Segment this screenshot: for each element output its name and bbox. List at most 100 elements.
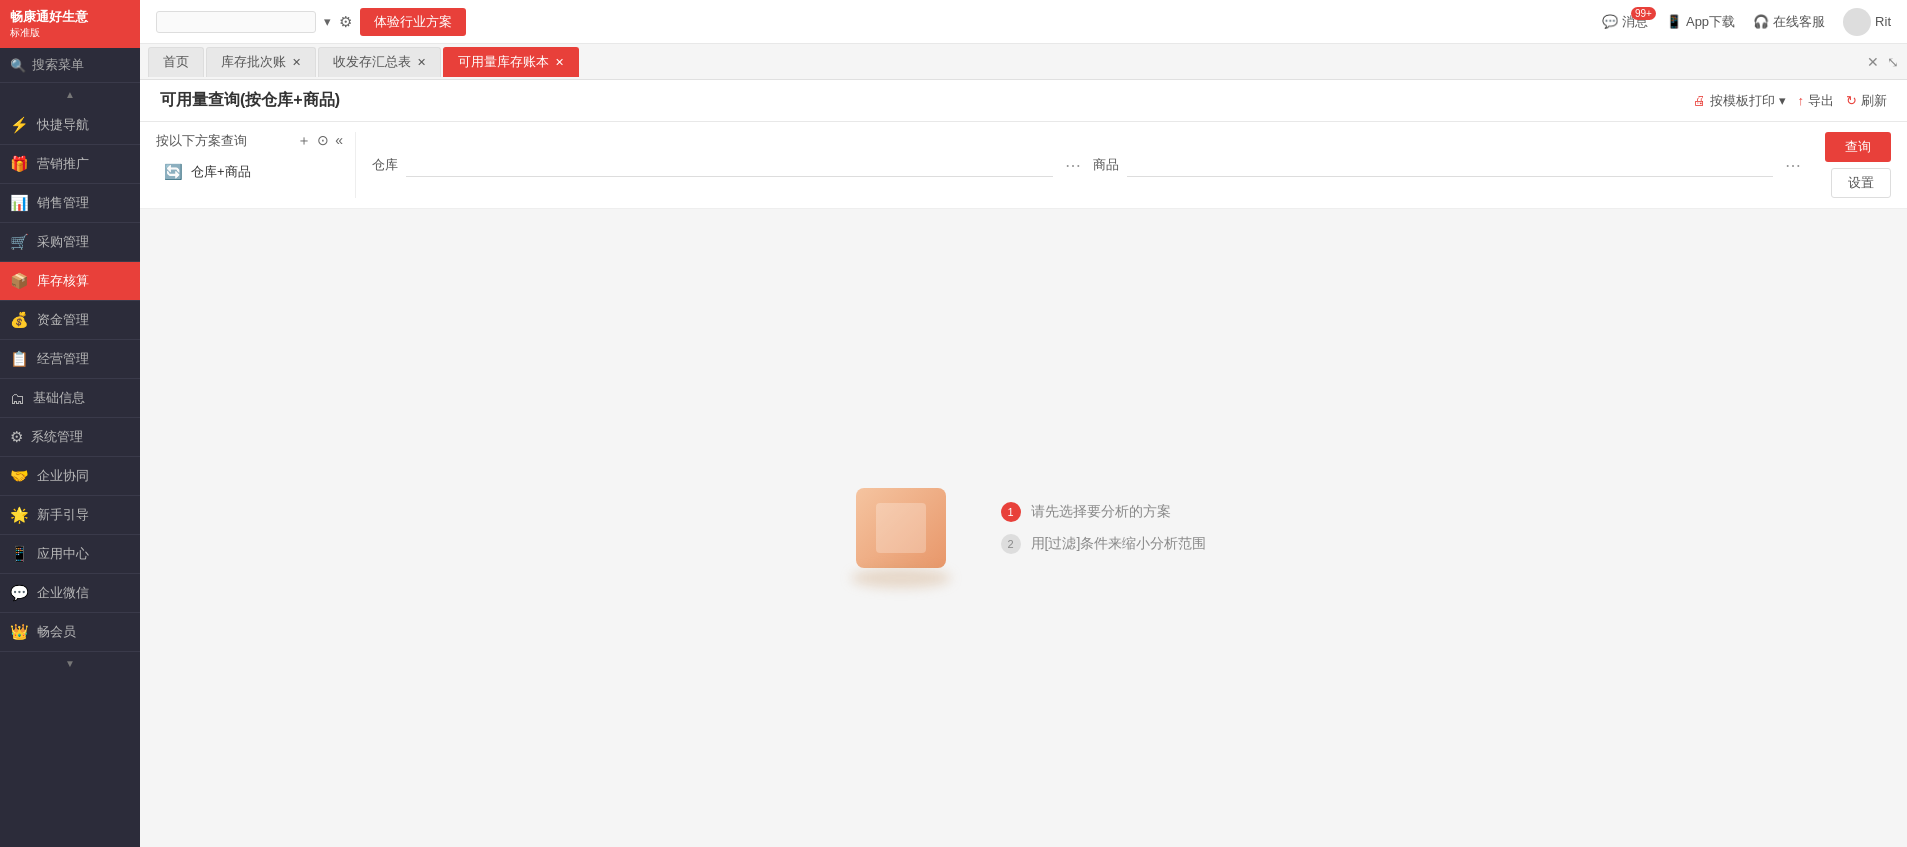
member-icon: 👑 (10, 623, 29, 641)
settings-scheme-icon[interactable]: ⊙ (317, 132, 329, 150)
print-button[interactable]: 🖨 按模板打印 ▾ (1693, 92, 1786, 110)
page-header-actions: 🖨 按模板打印 ▾ ↑ 导出 ↻ 刷新 (1693, 92, 1888, 110)
sidebar-label-basic-info: 基础信息 (33, 389, 85, 407)
avatar-image (1843, 8, 1871, 36)
message-badge: 99+ (1631, 7, 1656, 20)
collapse-scheme-icon[interactable]: « (335, 132, 343, 150)
app-name: 畅康通好生意 (10, 8, 130, 26)
tab-available-inventory[interactable]: 可用量库存账本 ✕ (443, 47, 579, 77)
empty-icon (841, 468, 961, 588)
sidebar-scroll-down[interactable]: ▼ (0, 652, 140, 675)
filter-button-group: 查询 设置 (1813, 132, 1891, 198)
page-title: 可用量查询(按仓库+商品) (160, 90, 340, 111)
online-service-label: 在线客服 (1773, 13, 1825, 31)
search-icon: 🔍 (10, 58, 26, 73)
tab-batch-account-close[interactable]: ✕ (292, 56, 301, 69)
empty-tip-1: 1 请先选择要分析的方案 (1001, 502, 1207, 522)
topbar: ▾ ⚙ 体验行业方案 💬 99+ 消息 📱 App下载 🎧 在线客服 Rit (140, 0, 1907, 44)
sidebar-item-finance[interactable]: 💰 资金管理 (0, 301, 140, 340)
sidebar-item-operations[interactable]: 📋 经营管理 (0, 340, 140, 379)
refresh-button[interactable]: ↻ 刷新 (1846, 92, 1887, 110)
empty-box-graphic (856, 488, 946, 568)
tab-batch-account-label: 库存批次账 (221, 53, 286, 71)
window-expand-btn[interactable]: ⤡ (1887, 54, 1899, 70)
basic-info-icon: 🗂 (10, 390, 25, 407)
sidebar: 畅康通好生意 标准版 🔍 搜索菜单 ▲ ⚡ 快捷导航 🎁 营销推广 📊 销售管理… (0, 0, 140, 847)
add-scheme-icon[interactable]: ＋ (297, 132, 311, 150)
topbar-dropdown-arrow[interactable]: ▾ (324, 14, 331, 29)
product-more-icon[interactable]: ⋯ (1785, 156, 1801, 175)
message-icon-container[interactable]: 💬 99+ 消息 (1602, 13, 1648, 31)
sidebar-item-guide[interactable]: 🌟 新手引导 (0, 496, 140, 535)
setting-button[interactable]: 设置 (1831, 168, 1891, 198)
warehouse-field-input[interactable] (406, 153, 1053, 177)
tip-text-2: 用[过滤]条件来缩小分析范围 (1031, 535, 1207, 553)
sidebar-item-enterprise[interactable]: 🤝 企业协同 (0, 457, 140, 496)
sidebar-label-sales: 销售管理 (37, 194, 89, 212)
sidebar-item-marketing[interactable]: 🎁 营销推广 (0, 145, 140, 184)
tab-home[interactable]: 首页 (148, 47, 204, 77)
topbar-search-input[interactable] (156, 11, 316, 33)
industry-solution-button[interactable]: 体验行业方案 (360, 8, 466, 36)
sidebar-item-quick-nav[interactable]: ⚡ 快捷导航 (0, 106, 140, 145)
sidebar-item-member[interactable]: 👑 畅会员 (0, 613, 140, 652)
product-field-input[interactable] (1127, 153, 1774, 177)
sidebar-item-system[interactable]: ⚙ 系统管理 (0, 418, 140, 457)
tab-receive-summary[interactable]: 收发存汇总表 ✕ (318, 47, 441, 77)
scheme-warehouse-product[interactable]: 🔄 仓库+商品 (156, 158, 343, 186)
tab-batch-account[interactable]: 库存批次账 ✕ (206, 47, 316, 77)
sidebar-item-purchase[interactable]: 🛒 采购管理 (0, 223, 140, 262)
tabs-window-controls: ✕ ⤡ (1867, 54, 1899, 70)
wechat-icon: 💬 (10, 584, 29, 602)
sidebar-label-finance: 资金管理 (37, 311, 89, 329)
filter-area: 按以下方案查询 ＋ ⊙ « 🔄 仓库+商品 仓库 (140, 122, 1907, 209)
filter-scheme-header: 按以下方案查询 ＋ ⊙ « (156, 132, 343, 150)
sidebar-item-wechat[interactable]: 💬 企业微信 (0, 574, 140, 613)
tab-receive-summary-label: 收发存汇总表 (333, 53, 411, 71)
print-dropdown-arrow[interactable]: ▾ (1779, 93, 1786, 108)
marketing-icon: 🎁 (10, 155, 29, 173)
online-service-link[interactable]: 🎧 在线客服 (1753, 13, 1825, 31)
scroll-up-arrow[interactable]: ▲ (63, 87, 77, 102)
refresh-icon: ↻ (1846, 93, 1857, 108)
tabs-bar: 首页 库存批次账 ✕ 收发存汇总表 ✕ 可用量库存账本 ✕ ✕ ⤡ (140, 44, 1907, 80)
sidebar-item-sales[interactable]: 📊 销售管理 (0, 184, 140, 223)
product-field-label: 商品 (1093, 156, 1119, 174)
scheme-item-icon: 🔄 (164, 163, 183, 181)
sidebar-item-app-center[interactable]: 📱 应用中心 (0, 535, 140, 574)
app-download-icon: 📱 (1666, 14, 1682, 29)
sidebar-label-system: 系统管理 (31, 428, 83, 446)
topbar-gear-icon[interactable]: ⚙ (339, 13, 352, 31)
search-menu-label: 搜索菜单 (32, 56, 84, 74)
tab-receive-summary-close[interactable]: ✕ (417, 56, 426, 69)
topbar-left: ▾ ⚙ 体验行业方案 (156, 8, 466, 36)
warehouse-more-icon[interactable]: ⋯ (1065, 156, 1081, 175)
sidebar-search[interactable]: 🔍 搜索菜单 (0, 48, 140, 83)
scroll-down-arrow[interactable]: ▼ (63, 656, 77, 671)
user-avatar[interactable]: Rit (1843, 8, 1891, 36)
window-close-btn[interactable]: ✕ (1867, 54, 1879, 70)
sidebar-item-basic-info[interactable]: 🗂 基础信息 (0, 379, 140, 418)
filter-row-1: 仓库 ⋯ 商品 ⋯ 查询 设置 (372, 132, 1891, 198)
tab-available-inventory-close[interactable]: ✕ (555, 56, 564, 69)
sidebar-label-app-center: 应用中心 (37, 545, 89, 563)
scheme-action-icons: ＋ ⊙ « (297, 132, 343, 150)
content-area: 可用量查询(按仓库+商品) 🖨 按模板打印 ▾ ↑ 导出 ↻ 刷新 (140, 80, 1907, 847)
filter-scheme-panel: 按以下方案查询 ＋ ⊙ « 🔄 仓库+商品 (156, 132, 356, 198)
sidebar-label-purchase: 采购管理 (37, 233, 89, 251)
enterprise-icon: 🤝 (10, 467, 29, 485)
sidebar-scroll-up[interactable]: ▲ (0, 83, 140, 106)
filter-field-warehouse: 仓库 ⋯ (372, 153, 1081, 177)
tip-num-1: 1 (1001, 502, 1021, 522)
scheme-label: 按以下方案查询 (156, 132, 247, 150)
export-button[interactable]: ↑ 导出 (1798, 92, 1835, 110)
sidebar-label-marketing: 营销推广 (37, 155, 89, 173)
query-button[interactable]: 查询 (1825, 132, 1891, 162)
app-download-link[interactable]: 📱 App下载 (1666, 13, 1735, 31)
filter-fields-panel: 仓库 ⋯ 商品 ⋯ 查询 设置 (356, 132, 1891, 198)
sidebar-label-member: 畅会员 (37, 623, 76, 641)
tab-available-inventory-label: 可用量库存账本 (458, 53, 549, 71)
sidebar-label-enterprise: 企业协同 (37, 467, 89, 485)
scheme-item-label: 仓库+商品 (191, 163, 251, 181)
sidebar-item-inventory[interactable]: 📦 库存核算 (0, 262, 140, 301)
